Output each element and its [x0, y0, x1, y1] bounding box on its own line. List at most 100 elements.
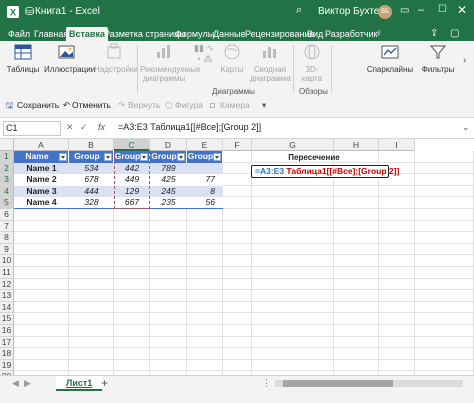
- recommended-charts-button[interactable]: Рекомендуемые диаграммы: [140, 43, 201, 83]
- row-header-1[interactable]: 1: [0, 151, 14, 163]
- table-value-cell[interactable]: 245: [150, 185, 187, 198]
- row-header-7[interactable]: 7: [0, 220, 14, 233]
- redo-button[interactable]: Вернуть: [128, 100, 160, 110]
- filter-dropdown-icon[interactable]: [177, 152, 185, 161]
- table-value-cell[interactable]: 444: [69, 185, 114, 198]
- row-header-2[interactable]: 2: [0, 162, 14, 175]
- table-value-cell[interactable]: 425: [150, 174, 187, 186]
- comments-icon[interactable]: ▢: [450, 28, 459, 39]
- shape-button[interactable]: Фигура: [175, 100, 203, 110]
- tab-home[interactable]: Главная: [34, 27, 68, 41]
- table-header-cell[interactable]: Name: [14, 151, 69, 163]
- illustrations-button[interactable]: Иллюстрации: [44, 43, 95, 74]
- table-value-cell[interactable]: 77: [187, 174, 223, 186]
- more-sheets-icon[interactable]: ⋮: [262, 378, 271, 389]
- filter-dropdown-icon[interactable]: [213, 152, 221, 161]
- tables-button[interactable]: Таблицы: [5, 43, 41, 74]
- row-header-4[interactable]: 4: [0, 185, 14, 198]
- table-value-cell[interactable]: 534: [69, 162, 114, 175]
- filters-button[interactable]: Фильтры: [420, 43, 456, 74]
- column-header-b[interactable]: B: [69, 139, 114, 151]
- row-header-14[interactable]: 14: [0, 301, 14, 314]
- add-sheet-button[interactable]: +: [101, 376, 108, 390]
- close-icon[interactable]: ✕: [457, 3, 467, 17]
- horizontal-scrollbar[interactable]: [275, 380, 463, 387]
- column-header-h[interactable]: H: [334, 139, 379, 151]
- camera-button[interactable]: Камера: [220, 100, 250, 110]
- autosave-icon[interactable]: ⛁: [25, 5, 34, 18]
- table-header-cell[interactable]: Group: [150, 151, 187, 163]
- row-header-15[interactable]: 15: [0, 313, 14, 325]
- table-name-cell[interactable]: Name 2: [14, 174, 69, 186]
- column-header-i[interactable]: I: [379, 139, 415, 151]
- scroll-sheets-left-icon[interactable]: ◀: [12, 378, 19, 389]
- share-icon[interactable]: ⇪: [430, 28, 438, 39]
- column-header-d[interactable]: D: [150, 139, 187, 151]
- search-icon[interactable]: ⌕: [296, 4, 302, 17]
- chevron-right-icon[interactable]: ›: [463, 55, 466, 66]
- minimize-icon[interactable]: –: [418, 4, 424, 16]
- filter-dropdown-icon[interactable]: [59, 152, 67, 161]
- table-value-cell[interactable]: 789: [150, 162, 187, 175]
- row-header-16[interactable]: 16: [0, 325, 14, 337]
- cancel-formula-icon[interactable]: ✕: [66, 122, 74, 133]
- insert-function-button[interactable]: fx: [98, 122, 105, 132]
- chart-types-button[interactable]: ▮▮ ∿ ◔ ⁂: [192, 43, 216, 65]
- pivot-chart-button[interactable]: Сводная диаграмма: [250, 43, 291, 83]
- table-value-cell[interactable]: 8: [187, 185, 223, 198]
- maximize-icon[interactable]: ☐: [438, 4, 447, 15]
- maps-button[interactable]: Карты: [218, 43, 246, 74]
- row-header-17[interactable]: 17: [0, 336, 14, 349]
- addins-button[interactable]: Надстройки: [94, 43, 138, 74]
- undo-button[interactable]: Отменить: [72, 100, 111, 110]
- table-name-cell[interactable]: Name 1: [14, 162, 69, 175]
- name-box[interactable]: C1: [3, 121, 61, 136]
- row-header-13[interactable]: 13: [0, 290, 14, 302]
- row-header-18[interactable]: 18: [0, 348, 14, 360]
- scrollbar-thumb[interactable]: [283, 380, 393, 387]
- formula-edit-cell[interactable]: =A3:E3 Таблица1[[#Все];[Group 2]]: [251, 165, 399, 178]
- column-header-f[interactable]: F: [223, 139, 252, 151]
- avatar[interactable]: ВБ: [378, 5, 392, 19]
- column-header-g[interactable]: G: [252, 139, 334, 151]
- customize-qat-icon[interactable]: ▾: [262, 100, 266, 111]
- select-all-corner[interactable]: [0, 139, 14, 151]
- lightbulb-icon[interactable]: ♀: [375, 28, 383, 39]
- row-header-11[interactable]: 11: [0, 267, 14, 279]
- expand-formula-bar-icon[interactable]: ⌄: [462, 122, 470, 133]
- tab-view[interactable]: Вид: [307, 27, 323, 41]
- table-header-cell[interactable]: Group: [69, 151, 114, 163]
- tab-formulas[interactable]: Формулы: [175, 27, 214, 41]
- tab-developer[interactable]: Разработчик: [325, 27, 377, 41]
- row-header-10[interactable]: 10: [0, 255, 14, 267]
- tab-review[interactable]: Рецензирование: [245, 27, 315, 41]
- column-header-e[interactable]: E: [187, 139, 223, 151]
- tab-file[interactable]: Файл: [8, 27, 30, 41]
- tab-data[interactable]: Данные: [213, 27, 246, 41]
- sheet-tab-1[interactable]: Лист1: [56, 376, 103, 391]
- row-header-3[interactable]: 3: [0, 174, 14, 186]
- filter-dropdown-icon[interactable]: [104, 152, 112, 161]
- table-name-cell[interactable]: Name 3: [14, 185, 69, 198]
- row-header-6[interactable]: 6: [0, 209, 14, 221]
- row-header-19[interactable]: 19: [0, 359, 14, 372]
- formula-input[interactable]: =A3:E3 Таблица1[[#Все];[Group 2]]: [118, 122, 261, 132]
- row-header-12[interactable]: 12: [0, 278, 14, 291]
- scroll-sheets-right-icon[interactable]: ▶: [24, 378, 31, 389]
- table-header-cell[interactable]: Group: [187, 151, 223, 163]
- tab-page-layout[interactable]: Разметка страницы: [104, 27, 186, 41]
- confirm-formula-icon[interactable]: ✓: [80, 122, 88, 133]
- tab-insert[interactable]: Вставка: [66, 27, 108, 41]
- column-header-a[interactable]: A: [14, 139, 69, 151]
- worksheet-grid[interactable]: ABCDEFGHI 123456789101112131415161718192…: [0, 139, 474, 375]
- ribbon-display-icon[interactable]: ▭: [400, 5, 409, 16]
- row-header-8[interactable]: 8: [0, 232, 14, 244]
- table-value-cell[interactable]: [187, 162, 223, 175]
- row-header-5[interactable]: 5: [0, 197, 14, 209]
- save-button[interactable]: Сохранить: [17, 100, 59, 110]
- row-header-9[interactable]: 9: [0, 243, 14, 256]
- map3d-button[interactable]: 3D- карта: [297, 43, 327, 83]
- sparklines-button[interactable]: Спарклайны: [366, 43, 414, 74]
- table-value-cell[interactable]: 678: [69, 174, 114, 186]
- column-header-c[interactable]: C: [114, 139, 150, 151]
